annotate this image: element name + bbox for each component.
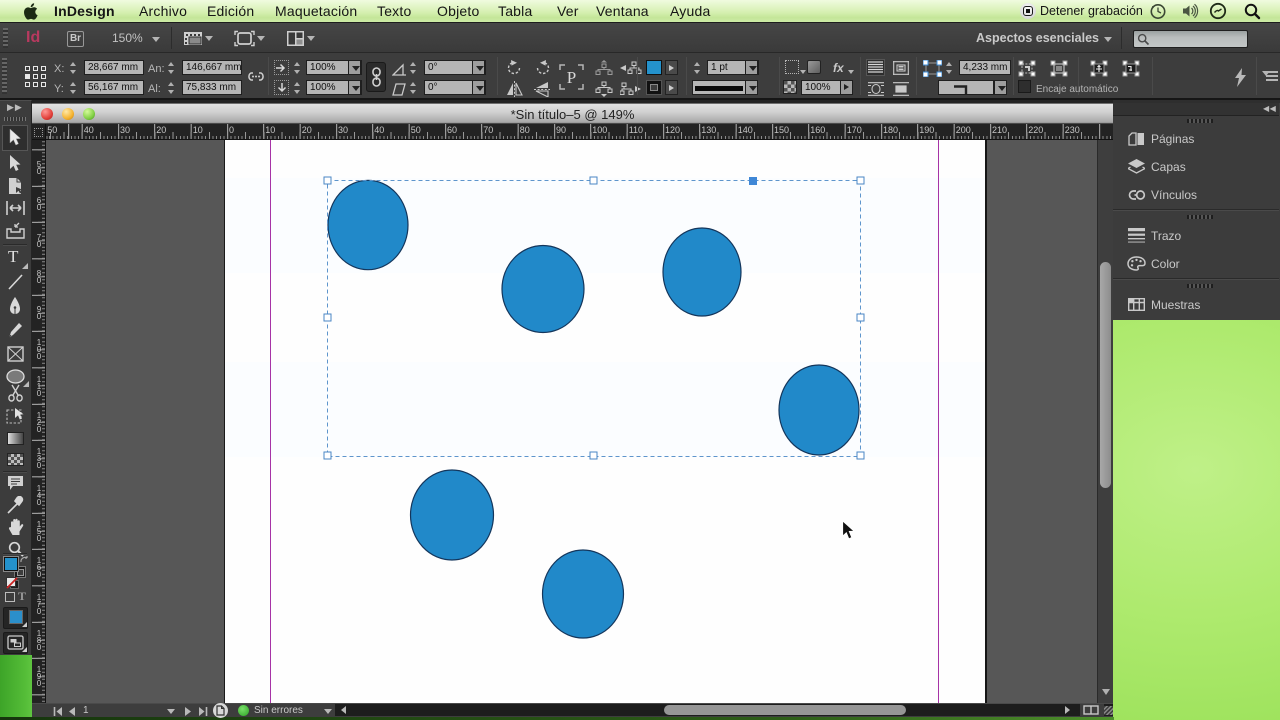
svg-text:P: P <box>567 68 576 87</box>
